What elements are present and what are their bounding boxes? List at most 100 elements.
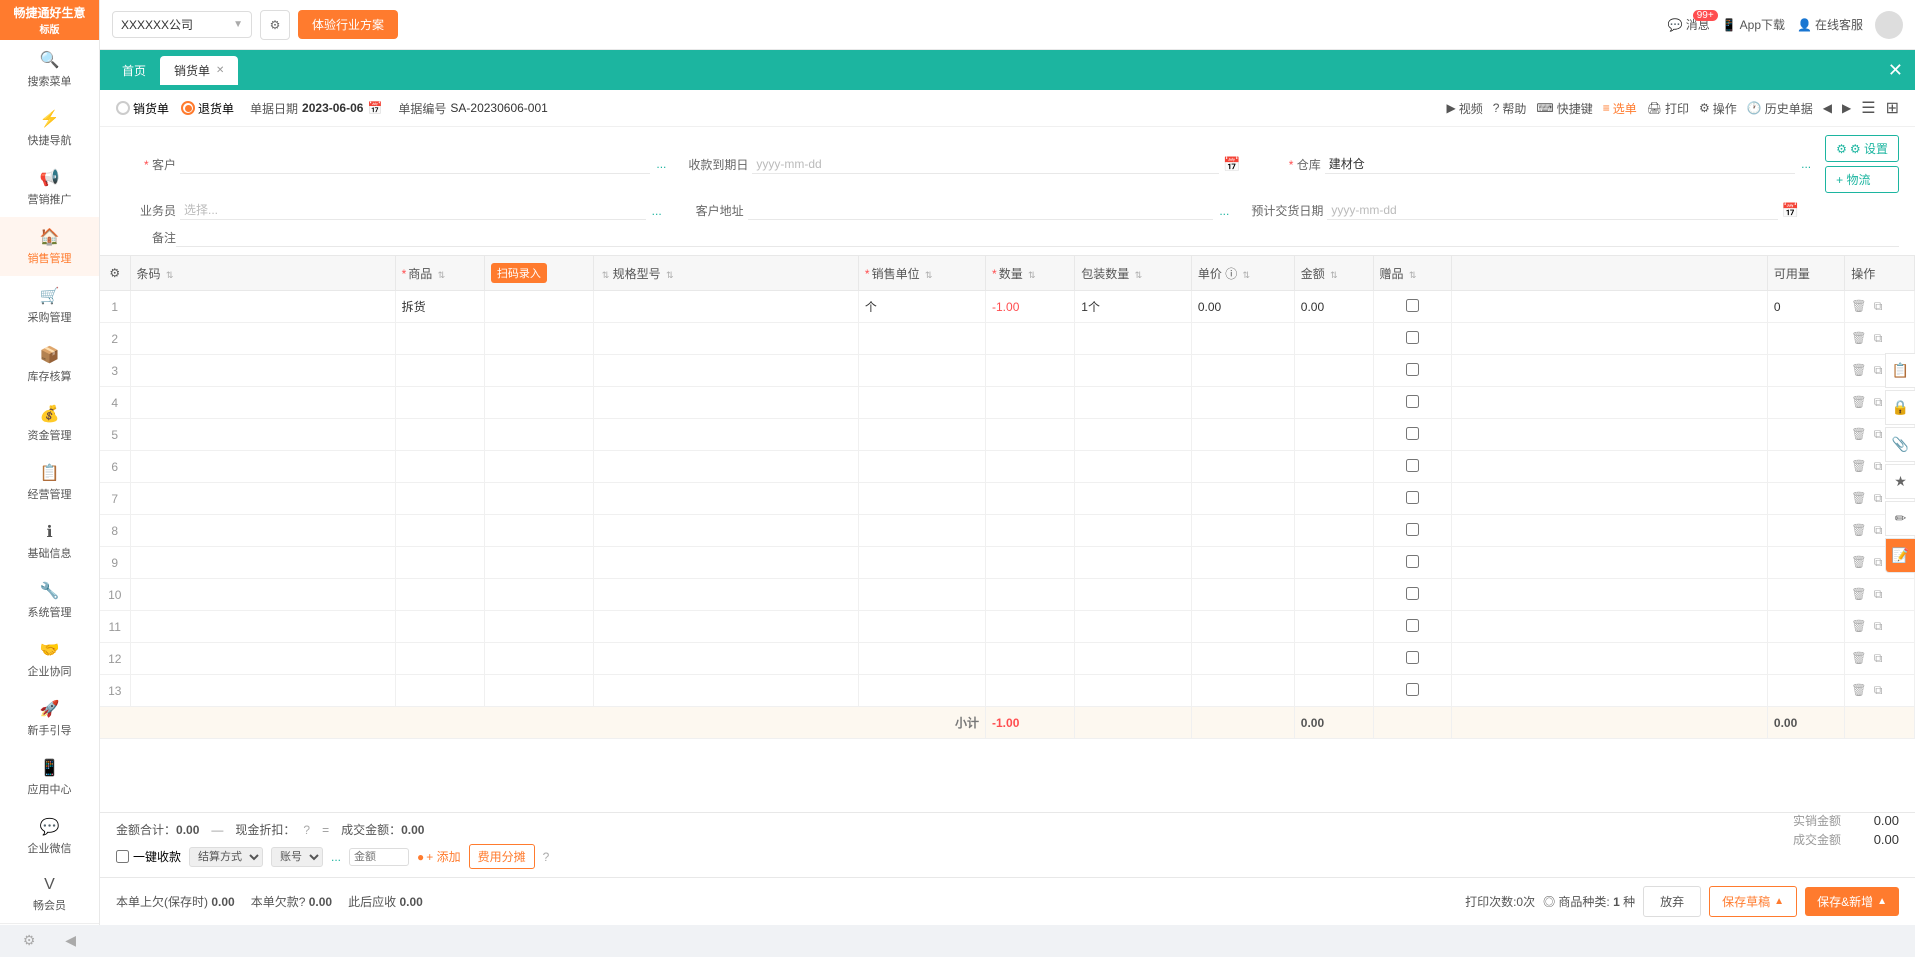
flow-action-btn[interactable]: + 物流 (1825, 166, 1899, 193)
cell-barcode-3[interactable] (130, 387, 395, 419)
cell-gift-7[interactable] (1373, 515, 1452, 547)
expected-delivery-calendar-icon[interactable]: 📅 (1782, 202, 1799, 219)
sidebar-item-营销推广[interactable]: 📢营销推广 (0, 158, 99, 217)
add-payment-btn[interactable]: ● + 添加 (417, 848, 461, 865)
cell-barcode-1[interactable] (130, 323, 395, 355)
cell-spec-9[interactable] (593, 579, 858, 611)
view-list-btn[interactable]: ☰ (1861, 98, 1875, 118)
delete-icon-1[interactable]: 🗑 (1851, 331, 1866, 345)
sale-order-radio[interactable]: 销货单 (116, 100, 169, 117)
copy-icon-9[interactable]: ⧉ (1874, 587, 1883, 601)
company-selector[interactable]: XXXXXX公司 ▼ (112, 11, 252, 38)
delete-icon-7[interactable]: 🗑 (1851, 523, 1866, 537)
payment-date-calendar-icon[interactable]: 📅 (1223, 156, 1240, 173)
delete-icon-9[interactable]: 🗑 (1851, 587, 1866, 601)
cell-gift-12[interactable] (1373, 675, 1452, 707)
copy-icon-12[interactable]: ⧉ (1874, 683, 1883, 697)
cell-spec-8[interactable] (593, 547, 858, 579)
cell-gift-6[interactable] (1373, 483, 1452, 515)
cell-gift-4[interactable] (1373, 419, 1452, 451)
float-btn-5[interactable]: ✏ (1885, 501, 1915, 536)
shortcut-btn[interactable]: ⌨ 快捷键 (1536, 100, 1592, 117)
cell-gift-9[interactable] (1373, 579, 1452, 611)
online-service-button[interactable]: 👤 在线客服 (1797, 16, 1863, 33)
next-btn[interactable]: ▶ (1842, 101, 1851, 115)
collapse-icon[interactable]: ◀ (65, 932, 76, 949)
sidebar-item-基础信息[interactable]: ℹ基础信息 (0, 512, 99, 571)
sidebar-item-采购管理[interactable]: 🛒采购管理 (0, 276, 99, 335)
copy-icon-2[interactable]: ⧉ (1874, 363, 1883, 377)
float-btn-1[interactable]: 📋 (1885, 353, 1915, 388)
trial-button[interactable]: 体验行业方案 (298, 10, 398, 39)
delete-icon-4[interactable]: 🗑 (1851, 427, 1866, 441)
copy-icon-6[interactable]: ⧉ (1874, 491, 1883, 505)
th-settings[interactable]: ⚙ (100, 256, 130, 291)
prev-btn[interactable]: ◀ (1823, 101, 1832, 115)
cell-barcode-12[interactable] (130, 675, 395, 707)
warehouse-input[interactable] (1325, 155, 1795, 174)
cell-spec-7[interactable] (593, 515, 858, 547)
expense-question-icon[interactable]: ? (543, 850, 550, 864)
abandon-button[interactable]: 放弃 (1643, 886, 1701, 917)
tab-home[interactable]: 首页 (108, 56, 160, 85)
cell-spec-6[interactable] (593, 483, 858, 515)
cell-gift-2[interactable] (1373, 355, 1452, 387)
overdue-question[interactable]: ? (299, 895, 306, 909)
cell-spec-0[interactable] (593, 291, 858, 323)
cell-gift-5[interactable] (1373, 451, 1452, 483)
cell-spec-3[interactable] (593, 387, 858, 419)
customer-address-input[interactable] (748, 201, 1214, 220)
sidebar-item-应用中心[interactable]: 📱应用中心 (0, 748, 99, 807)
message-button[interactable]: 💬 消息 99+ (1668, 16, 1710, 33)
save-new-button[interactable]: 保存&新增 ▲ (1805, 887, 1899, 916)
sidebar-item-销售管理[interactable]: 🏠销售管理 (0, 217, 99, 276)
one-click-checkbox[interactable] (116, 850, 129, 863)
delete-icon-11[interactable]: 🗑 (1851, 651, 1866, 665)
cell-spec-4[interactable] (593, 419, 858, 451)
customer-ellipsis[interactable]: ... (654, 157, 668, 171)
cell-barcode-6[interactable] (130, 483, 395, 515)
action-btn[interactable]: ⚙ 操作 (1699, 100, 1737, 117)
close-all-tabs-button[interactable]: ✕ (1884, 60, 1907, 81)
cell-gift-3[interactable] (1373, 387, 1452, 419)
sidebar-item-经营管理[interactable]: 📋经营管理 (0, 453, 99, 512)
print-btn[interactable]: 🖨 打印 (1647, 100, 1689, 117)
discount-question-icon[interactable]: ? (303, 823, 310, 837)
cell-barcode-0[interactable] (130, 291, 395, 323)
cell-spec-10[interactable] (593, 611, 858, 643)
sidebar-item-畅会员[interactable]: V畅会员 (0, 866, 99, 923)
salesperson-ellipsis[interactable]: ... (650, 204, 664, 218)
sidebar-item-资金管理[interactable]: 💰资金管理 (0, 394, 99, 453)
cell-barcode-2[interactable] (130, 355, 395, 387)
help-btn[interactable]: ? 帮助 (1493, 100, 1527, 117)
float-btn-6[interactable]: 📝 (1885, 538, 1915, 573)
settings-icon[interactable]: ⚙ (23, 932, 36, 949)
cell-barcode-10[interactable] (130, 611, 395, 643)
cell-barcode-9[interactable] (130, 579, 395, 611)
delete-icon-3[interactable]: 🗑 (1851, 395, 1866, 409)
copy-icon-7[interactable]: ⧉ (1874, 523, 1883, 537)
expense-split-btn[interactable]: 费用分摊 (469, 844, 535, 869)
history-btn[interactable]: 🕐 历史单据 (1747, 100, 1813, 117)
copy-icon-8[interactable]: ⧉ (1874, 555, 1883, 569)
copy-icon-4[interactable]: ⧉ (1874, 427, 1883, 441)
setting-action-btn[interactable]: ⚙ ⚙ 设置 (1825, 135, 1899, 162)
delete-icon-10[interactable]: 🗑 (1851, 619, 1866, 633)
cell-barcode-11[interactable] (130, 643, 395, 675)
video-btn[interactable]: ▶ 视频 (1446, 100, 1482, 117)
sidebar-item-快捷导航[interactable]: ⚡快捷导航 (0, 99, 99, 158)
delete-icon-2[interactable]: 🗑 (1851, 363, 1866, 377)
cell-gift-11[interactable] (1373, 643, 1452, 675)
cell-barcode-5[interactable] (130, 451, 395, 483)
app-download-button[interactable]: 📱 App下载 (1722, 16, 1785, 33)
avatar[interactable] (1875, 11, 1903, 39)
address-ellipsis[interactable]: ... (1217, 204, 1231, 218)
sidebar-item-搜索菜单[interactable]: 🔍搜索菜单 (0, 40, 99, 99)
delete-icon-12[interactable]: 🗑 (1851, 683, 1866, 697)
calc-method-select[interactable]: 结算方式 (189, 847, 263, 867)
float-btn-3[interactable]: 📎 (1885, 427, 1915, 462)
save-draft-button[interactable]: 保存草稿 ▲ (1709, 886, 1797, 917)
copy-icon-11[interactable]: ⧉ (1874, 651, 1883, 665)
cell-gift-0[interactable] (1373, 291, 1452, 323)
select-order-btn[interactable]: ≡ 选单 (1603, 100, 1637, 117)
